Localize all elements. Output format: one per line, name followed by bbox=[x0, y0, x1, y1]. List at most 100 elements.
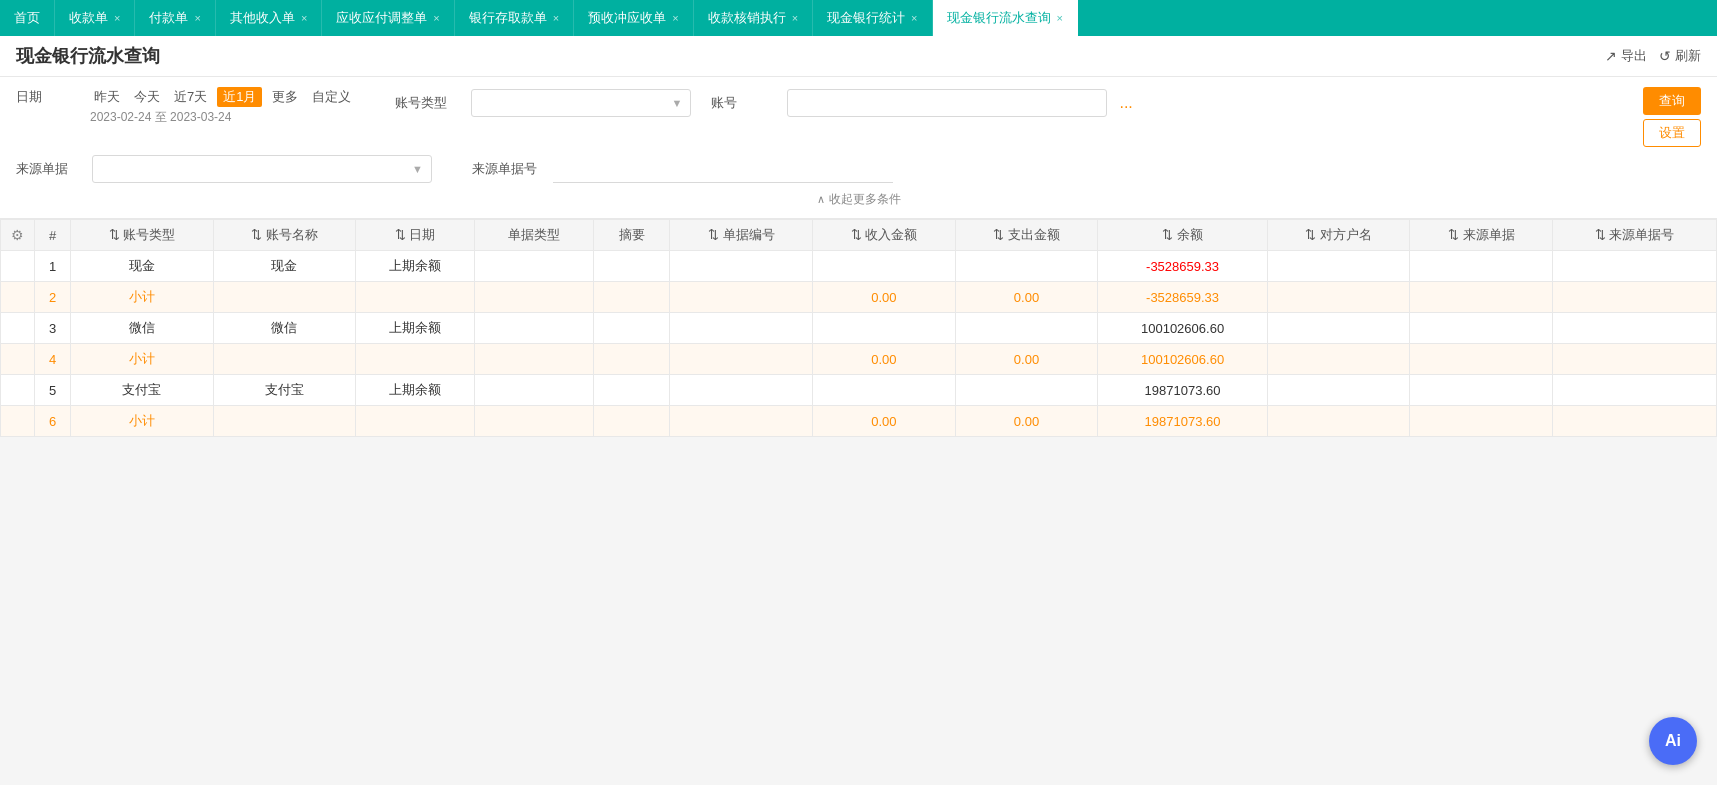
nav-tab-payments[interactable]: 付款单× bbox=[135, 0, 215, 36]
row-expense bbox=[955, 313, 1098, 344]
row-source-doc-no bbox=[1553, 313, 1717, 344]
account-type-filter: 账号类型 ▼ bbox=[395, 89, 691, 117]
col-date[interactable]: ⇅ 日期 bbox=[356, 220, 475, 251]
nav-tab-receipts[interactable]: 收款单× bbox=[55, 0, 135, 36]
row-source-doc bbox=[1410, 406, 1553, 437]
row-expense bbox=[955, 251, 1098, 282]
table-row: 5支付宝支付宝上期余额19871073.60 bbox=[1, 375, 1717, 406]
row-doc-no bbox=[670, 313, 813, 344]
nav-tab-advance-offset[interactable]: 预收冲应收单× bbox=[574, 0, 693, 36]
top-nav: 首页收款单×付款单×其他收入单×应收应付调整单×银行存取款单×预收冲应收单×收款… bbox=[0, 0, 1717, 36]
nav-tab-other-income[interactable]: 其他收入单× bbox=[216, 0, 322, 36]
close-tab-icon[interactable]: × bbox=[114, 12, 120, 24]
row-action bbox=[1, 375, 35, 406]
close-tab-icon[interactable]: × bbox=[672, 12, 678, 24]
nav-tab-bank-deposit[interactable]: 银行存取款单× bbox=[455, 0, 574, 36]
source-doc-no-label: 来源单据号 bbox=[472, 160, 537, 178]
row-date bbox=[356, 344, 475, 375]
row-num: 4 bbox=[35, 344, 71, 375]
close-tab-icon[interactable]: × bbox=[911, 12, 917, 24]
date-label: 日期 bbox=[16, 88, 76, 106]
source-doc-label: 来源单据 bbox=[16, 160, 76, 178]
date-option-last7[interactable]: 近7天 bbox=[170, 87, 211, 107]
nav-tab-ar-ap-adjust[interactable]: 应收应付调整单× bbox=[322, 0, 454, 36]
close-tab-icon[interactable]: × bbox=[1057, 12, 1063, 24]
row-doc-no bbox=[670, 344, 813, 375]
row-action bbox=[1, 282, 35, 313]
export-button[interactable]: ↗ 导出 bbox=[1605, 47, 1647, 65]
account-dots[interactable]: ... bbox=[1119, 94, 1132, 112]
date-option-custom[interactable]: 自定义 bbox=[308, 87, 355, 107]
source-doc-filter: 来源单据 ▼ bbox=[16, 155, 432, 183]
col-doc-no[interactable]: ⇅ 单据编号 bbox=[670, 220, 813, 251]
refresh-button[interactable]: ↺ 刷新 bbox=[1659, 47, 1701, 65]
row-account-name: 支付宝 bbox=[213, 375, 356, 406]
col-account-name[interactable]: ⇅ 账号名称 bbox=[213, 220, 356, 251]
row-counterpart bbox=[1267, 406, 1410, 437]
nav-tab-cash-bank-stats[interactable]: 现金银行统计× bbox=[813, 0, 932, 36]
row-source-doc bbox=[1410, 282, 1553, 313]
row-summary bbox=[593, 282, 670, 313]
settings-button[interactable]: 设置 bbox=[1643, 119, 1701, 147]
table-row: 2小计0.000.00-3528659.33 bbox=[1, 282, 1717, 313]
row-source-doc-no bbox=[1553, 406, 1717, 437]
col-expense[interactable]: ⇅ 支出金额 bbox=[955, 220, 1098, 251]
row-expense bbox=[955, 375, 1098, 406]
row-summary bbox=[593, 344, 670, 375]
col-counterpart[interactable]: ⇅ 对方户名 bbox=[1267, 220, 1410, 251]
row-date: 上期余额 bbox=[356, 251, 475, 282]
close-tab-icon[interactable]: × bbox=[301, 12, 307, 24]
date-filter-block: 日期 昨天 今天 近7天 近1月 更多 自定义 2023-02-24 至 202… bbox=[16, 87, 355, 126]
table-row: 4小计0.000.00100102606.60 bbox=[1, 344, 1717, 375]
date-option-more[interactable]: 更多 bbox=[268, 87, 302, 107]
table-row: 3微信微信上期余额100102606.60 bbox=[1, 313, 1717, 344]
filter-row-1: 日期 昨天 今天 近7天 近1月 更多 自定义 2023-02-24 至 202… bbox=[16, 87, 1701, 147]
row-doc-no bbox=[670, 282, 813, 313]
nav-tab-collection-exec[interactable]: 收款核销执行× bbox=[694, 0, 813, 36]
row-source-doc bbox=[1410, 344, 1553, 375]
account-type-select[interactable]: ▼ bbox=[471, 89, 691, 117]
col-balance[interactable]: ⇅ 余额 bbox=[1098, 220, 1268, 251]
table-body: 1现金现金上期余额-3528659.332小计0.000.00-3528659.… bbox=[1, 251, 1717, 437]
row-action bbox=[1, 251, 35, 282]
col-settings[interactable]: ⚙ bbox=[1, 220, 35, 251]
row-balance: -3528659.33 bbox=[1098, 282, 1268, 313]
row-account-type: 微信 bbox=[71, 313, 214, 344]
row-doc-type bbox=[475, 251, 594, 282]
close-tab-icon[interactable]: × bbox=[792, 12, 798, 24]
close-tab-icon[interactable]: × bbox=[194, 12, 200, 24]
source-doc-select[interactable]: ▼ bbox=[92, 155, 432, 183]
row-num: 5 bbox=[35, 375, 71, 406]
collapse-bar[interactable]: ∧ 收起更多条件 bbox=[16, 187, 1701, 214]
source-doc-no-filter: 来源单据号 bbox=[472, 155, 893, 183]
gear-icon[interactable]: ⚙ bbox=[11, 227, 24, 243]
refresh-icon: ↺ bbox=[1659, 48, 1671, 64]
query-button[interactable]: 查询 bbox=[1643, 87, 1701, 115]
nav-tab-cash-bank-flow[interactable]: 现金银行流水查询× bbox=[933, 0, 1078, 36]
filter-row-2: 来源单据 ▼ 来源单据号 bbox=[16, 155, 1701, 183]
close-tab-icon[interactable]: × bbox=[553, 12, 559, 24]
col-income[interactable]: ⇅ 收入金额 bbox=[813, 220, 956, 251]
row-balance: -3528659.33 bbox=[1098, 251, 1268, 282]
source-doc-no-input[interactable] bbox=[553, 155, 893, 183]
collapse-label: 收起更多条件 bbox=[829, 191, 901, 208]
export-icon: ↗ bbox=[1605, 48, 1617, 64]
col-source-doc-no[interactable]: ⇅ 来源单据号 bbox=[1553, 220, 1717, 251]
row-date bbox=[356, 406, 475, 437]
close-tab-icon[interactable]: × bbox=[433, 12, 439, 24]
row-doc-no bbox=[670, 375, 813, 406]
date-option-today[interactable]: 今天 bbox=[130, 87, 164, 107]
row-action bbox=[1, 344, 35, 375]
col-account-type[interactable]: ⇅ 账号类型 bbox=[71, 220, 214, 251]
header-row: ⚙ # ⇅ 账号类型 ⇅ 账号名称 ⇅ 日期 单据类型 摘要 ⇅ 单据编号 bbox=[1, 220, 1717, 251]
account-input[interactable] bbox=[787, 89, 1107, 117]
account-label: 账号 bbox=[711, 94, 771, 112]
nav-tab-home[interactable]: 首页 bbox=[0, 0, 55, 36]
header-actions: ↗ 导出 ↺ 刷新 bbox=[1605, 47, 1701, 65]
row-income bbox=[813, 375, 956, 406]
data-table: ⚙ # ⇅ 账号类型 ⇅ 账号名称 ⇅ 日期 单据类型 摘要 ⇅ 单据编号 bbox=[0, 219, 1717, 437]
col-source-doc[interactable]: ⇅ 来源单据 bbox=[1410, 220, 1553, 251]
date-option-last1month[interactable]: 近1月 bbox=[217, 87, 262, 107]
row-account-name bbox=[213, 406, 356, 437]
date-option-yesterday[interactable]: 昨天 bbox=[90, 87, 124, 107]
